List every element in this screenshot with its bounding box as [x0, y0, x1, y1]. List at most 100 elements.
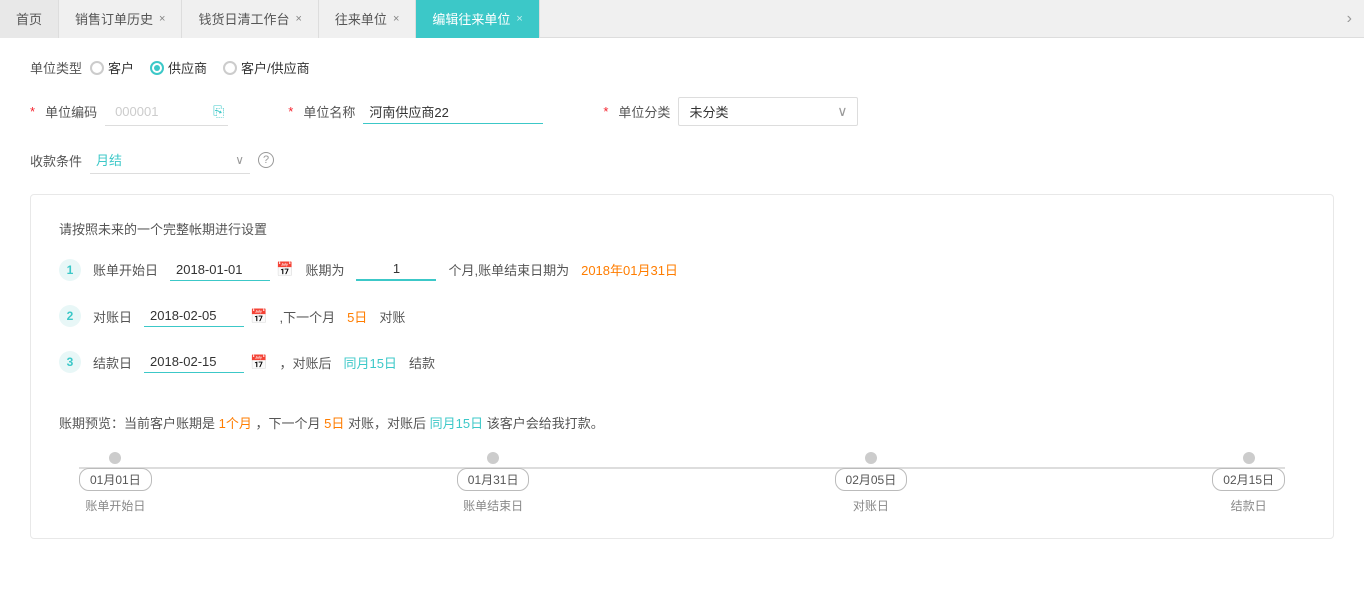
- step3-row: 3 结款日 📅 ，对账后 同月15日 结款: [59, 351, 1305, 373]
- radio-both-label: 客户/供应商: [241, 58, 310, 77]
- timeline-caption-1: 账单结束日: [463, 497, 523, 514]
- tab-cash-ledger-close[interactable]: ×: [295, 13, 301, 25]
- timeline-dot-0: [109, 452, 121, 464]
- preview-middle2: 对账，对账后: [348, 416, 426, 431]
- timeline-badge-0: 01月01日: [79, 468, 152, 491]
- unit-category-value: 未分类: [689, 102, 728, 121]
- tab-partner-unit-close[interactable]: ×: [393, 13, 399, 25]
- preview-hl2: 5日: [324, 416, 344, 431]
- tab-edit-partner-close[interactable]: ×: [516, 13, 522, 25]
- tab-edit-partner-label: 编辑往来单位: [432, 9, 510, 28]
- unit-code-field: * 单位编码 ⎘: [30, 98, 228, 126]
- category-chevron-icon: ∨: [837, 103, 847, 120]
- preview-middle1: ，下一个月: [256, 416, 321, 431]
- tab-partner-unit[interactable]: 往来单位 ×: [319, 0, 416, 38]
- radio-customer-label: 客户: [108, 58, 134, 77]
- preview-text: 账期预览：当前客户账期是 1个月 ，下一个月 5日 对账，对账后 同月15日 该…: [59, 397, 1305, 432]
- step2-desc-post: 对账: [379, 307, 405, 326]
- payment-condition-label: 收款条件: [30, 151, 82, 170]
- timeline-badge-3: 02月15日: [1212, 468, 1285, 491]
- payment-condition-arrow: ∨: [235, 153, 244, 167]
- step1-date-field[interactable]: [170, 259, 270, 281]
- radio-supplier[interactable]: 供应商: [150, 58, 207, 77]
- step2-date-field[interactable]: [144, 305, 244, 327]
- timeline-item-1: 01月31日 账单结束日: [457, 452, 530, 514]
- unit-category-label: 单位分类: [618, 102, 670, 121]
- unit-type-row: 单位类型 客户 供应商 客户/供应商: [30, 58, 1334, 77]
- step1-calendar-icon[interactable]: 📅: [276, 261, 293, 278]
- step3-calendar-icon[interactable]: 📅: [250, 354, 267, 371]
- radio-both[interactable]: 客户/供应商: [223, 58, 310, 77]
- help-icon[interactable]: ?: [258, 152, 274, 168]
- unit-name-star: *: [288, 104, 293, 119]
- timeline-dot-1: [487, 452, 499, 464]
- unit-category-star: *: [603, 104, 608, 119]
- tab-bar: 首页 销售订单历史 × 钱货日清工作台 × 往来单位 × 编辑往来单位 × ›: [0, 0, 1364, 38]
- step2-row: 2 对账日 📅 ,下一个月 5日 对账: [59, 305, 1305, 327]
- preview-hl3: 同月15日: [430, 416, 483, 431]
- radio-supplier-label: 供应商: [168, 58, 207, 77]
- tab-sales-order-close[interactable]: ×: [159, 13, 165, 25]
- timeline-badge-1: 01月31日: [457, 468, 530, 491]
- step1-suffix: 个月,账单结束日期为: [448, 260, 569, 279]
- timeline-item-3: 02月15日 结款日: [1212, 452, 1285, 514]
- timeline-dot-3: [1243, 452, 1255, 464]
- payment-condition-field: 收款条件 月结 ∨ ?: [30, 146, 274, 174]
- radio-customer-circle: [90, 61, 104, 75]
- timeline-item-0: 01月01日 账单开始日: [79, 452, 152, 514]
- preview-prefix: 账期预览：当前客户账期是: [59, 416, 215, 431]
- step3-date-input: 📅: [144, 351, 267, 373]
- step2-label: 对账日: [93, 307, 132, 326]
- radio-both-circle: [223, 61, 237, 75]
- unit-type-field: 单位类型 客户 供应商 客户/供应商: [30, 58, 310, 77]
- code-name-category-row: * 单位编码 ⎘ * 单位名称 * 单位分类 未分类 ∨: [30, 97, 1334, 126]
- step2-desc-pre: ,下一个月: [279, 307, 335, 326]
- timeline-items: 01月01日 账单开始日 01月31日 账单结束日 02月05日 对账日 02月…: [79, 452, 1285, 514]
- period-settings-card: 请按照未来的一个完整帐期进行设置 1 账单开始日 📅 账期为 个月,账单结束日期…: [30, 194, 1334, 539]
- step1-row: 1 账单开始日 📅 账期为 个月,账单结束日期为 2018年01月31日: [59, 258, 1305, 281]
- step1-num: 1: [59, 259, 81, 281]
- step1-date-input: 📅: [170, 259, 293, 281]
- unit-category-select[interactable]: 未分类 ∨: [678, 97, 858, 126]
- main-content: 单位类型 客户 供应商 客户/供应商 * 单位编码: [0, 38, 1364, 608]
- step1-period-input[interactable]: [356, 258, 436, 281]
- step2-num: 2: [59, 305, 81, 327]
- step2-calendar-icon[interactable]: 📅: [250, 308, 267, 325]
- unit-name-label: 单位名称: [303, 102, 355, 121]
- tab-home-label: 首页: [16, 9, 42, 28]
- payment-condition-row: 收款条件 月结 ∨ ?: [30, 146, 1334, 174]
- payment-condition-value: 月结: [96, 150, 122, 169]
- timeline-badge-2: 02月05日: [835, 468, 908, 491]
- unit-code-label: 单位编码: [45, 102, 97, 121]
- step1-period-label: 账期为: [305, 260, 344, 279]
- tab-sales-order-label: 销售订单历史: [75, 9, 153, 28]
- step3-num: 3: [59, 351, 81, 373]
- radio-customer[interactable]: 客户: [90, 58, 134, 77]
- tab-partner-unit-label: 往来单位: [335, 9, 387, 28]
- unit-name-input[interactable]: [363, 100, 543, 124]
- card-hint: 请按照未来的一个完整帐期进行设置: [59, 219, 1305, 238]
- unit-name-field: * 单位名称: [288, 100, 543, 124]
- step3-desc-pre: ，对账后: [279, 353, 331, 372]
- tab-more-button[interactable]: ›: [1335, 10, 1364, 28]
- payment-condition-select[interactable]: 月结 ∨: [90, 146, 250, 174]
- step1-label: 账单开始日: [93, 260, 158, 279]
- preview-hl1: 1个月: [219, 416, 252, 431]
- unit-code-input-wrapper: ⎘: [105, 98, 228, 126]
- timeline-wrapper: 01月01日 账单开始日 01月31日 账单结束日 02月05日 对账日 02月…: [59, 452, 1305, 514]
- timeline-caption-0: 账单开始日: [85, 497, 145, 514]
- tab-edit-partner-unit[interactable]: 编辑往来单位 ×: [416, 0, 539, 38]
- tab-cash-ledger-label: 钱货日清工作台: [198, 9, 289, 28]
- unit-type-radio-group: 客户 供应商 客户/供应商: [90, 58, 310, 77]
- unit-code-star: *: [30, 104, 35, 119]
- timeline-caption-2: 对账日: [853, 497, 889, 514]
- timeline-dot-2: [865, 452, 877, 464]
- step3-date-field[interactable]: [144, 351, 244, 373]
- tab-sales-order-history[interactable]: 销售订单历史 ×: [59, 0, 182, 38]
- step3-desc-highlight: 同月15日: [343, 353, 396, 372]
- tab-home[interactable]: 首页: [0, 0, 59, 38]
- unit-code-copy-icon[interactable]: ⎘: [213, 103, 224, 120]
- unit-code-input[interactable]: [109, 100, 209, 123]
- preview-suffix: 该客户会给我打款。: [487, 416, 604, 431]
- tab-cash-ledger[interactable]: 钱货日清工作台 ×: [182, 0, 318, 38]
